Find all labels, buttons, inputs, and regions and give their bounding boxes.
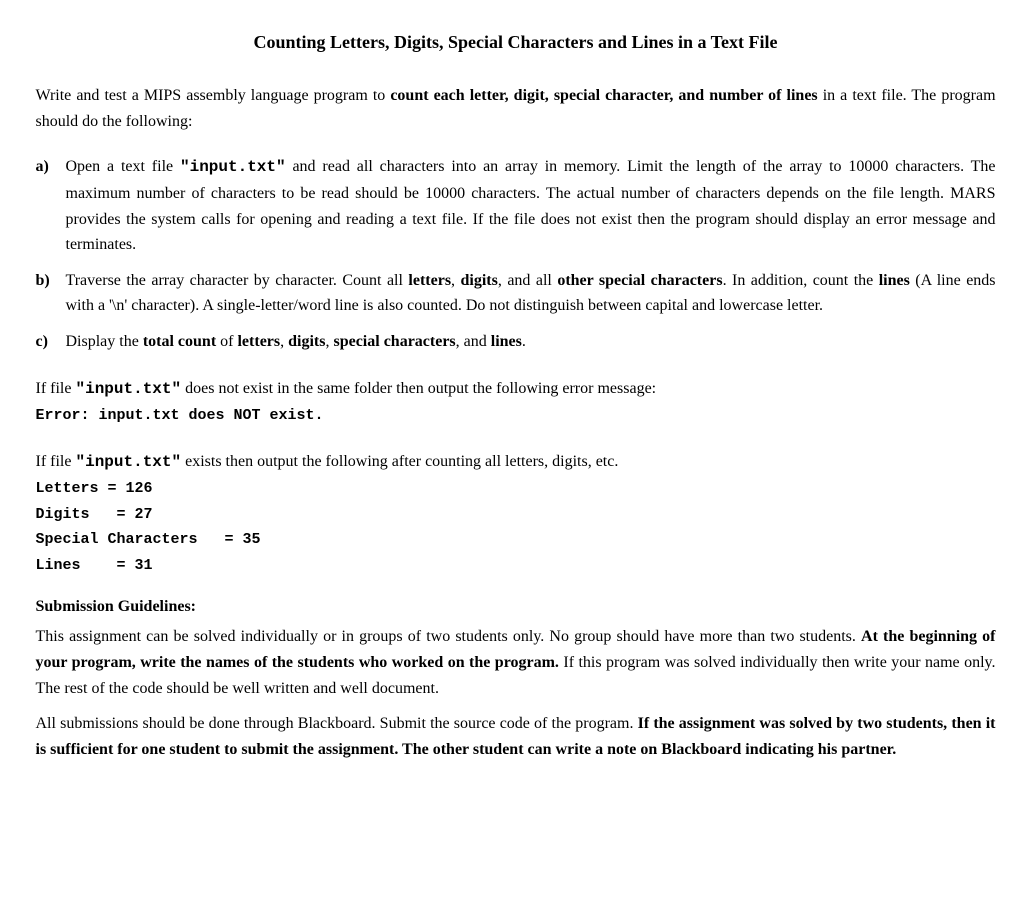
special-bold: other special characters: [557, 272, 722, 289]
section-a-label: a): [36, 154, 66, 257]
output-block: If file "input.txt" exists then output t…: [36, 448, 996, 578]
intro-text-before: Write and test a MIPS assembly language …: [36, 87, 391, 104]
special-chars-bold-c: special characters: [333, 333, 455, 350]
digits-bold-c: digits: [288, 333, 325, 350]
output-intro: If file "input.txt" exists then output t…: [36, 448, 996, 476]
submission-para1-before: This assignment can be solved individual…: [36, 628, 862, 645]
output-digits: Digits = 27: [36, 502, 996, 528]
filename-output: "input.txt": [75, 453, 181, 471]
filename-a: "input.txt": [180, 158, 286, 176]
submission-para1: This assignment can be solved individual…: [36, 624, 996, 701]
section-b: b) Traverse the array character by chara…: [36, 268, 996, 319]
page: Counting Letters, Digits, Special Charac…: [36, 30, 996, 778]
output-lines: Lines = 31: [36, 553, 996, 579]
error-intro: If file "input.txt" does not exist in th…: [36, 375, 996, 403]
output-special: Special Characters = 35: [36, 527, 996, 553]
section-a-content: Open a text file "input.txt" and read al…: [66, 154, 996, 257]
error-block: If file "input.txt" does not exist in th…: [36, 375, 996, 429]
letters-bold-c: letters: [237, 333, 280, 350]
intro-paragraph: Write and test a MIPS assembly language …: [36, 83, 996, 134]
total-count-bold: total count: [143, 333, 216, 350]
page-title: Counting Letters, Digits, Special Charac…: [36, 30, 996, 55]
section-c-content: Display the total count of letters, digi…: [66, 329, 996, 355]
section-c: c) Display the total count of letters, d…: [36, 329, 996, 355]
section-b-label: b): [36, 268, 66, 319]
filename-error: "input.txt": [75, 380, 181, 398]
intro-bold-text: count each letter, digit, special charac…: [390, 87, 817, 104]
submission-para2: All submissions should be done through B…: [36, 711, 996, 762]
lines-bold: lines: [879, 272, 910, 289]
lines-bold-c: lines: [491, 333, 522, 350]
section-a: a) Open a text file "input.txt" and read…: [36, 154, 996, 257]
error-message: Error: input.txt does NOT exist.: [36, 403, 996, 429]
submission-para2-before: All submissions should be done through B…: [36, 715, 638, 732]
section-b-content: Traverse the array character by characte…: [66, 268, 996, 319]
output-letters: Letters = 126: [36, 476, 996, 502]
section-c-label: c): [36, 329, 66, 355]
submission-title: Submission Guidelines:: [36, 598, 996, 616]
requirements-list: a) Open a text file "input.txt" and read…: [36, 154, 996, 354]
letters-bold: letters: [408, 272, 451, 289]
submission-section: Submission Guidelines: This assignment c…: [36, 598, 996, 762]
digits-bold: digits: [461, 272, 498, 289]
